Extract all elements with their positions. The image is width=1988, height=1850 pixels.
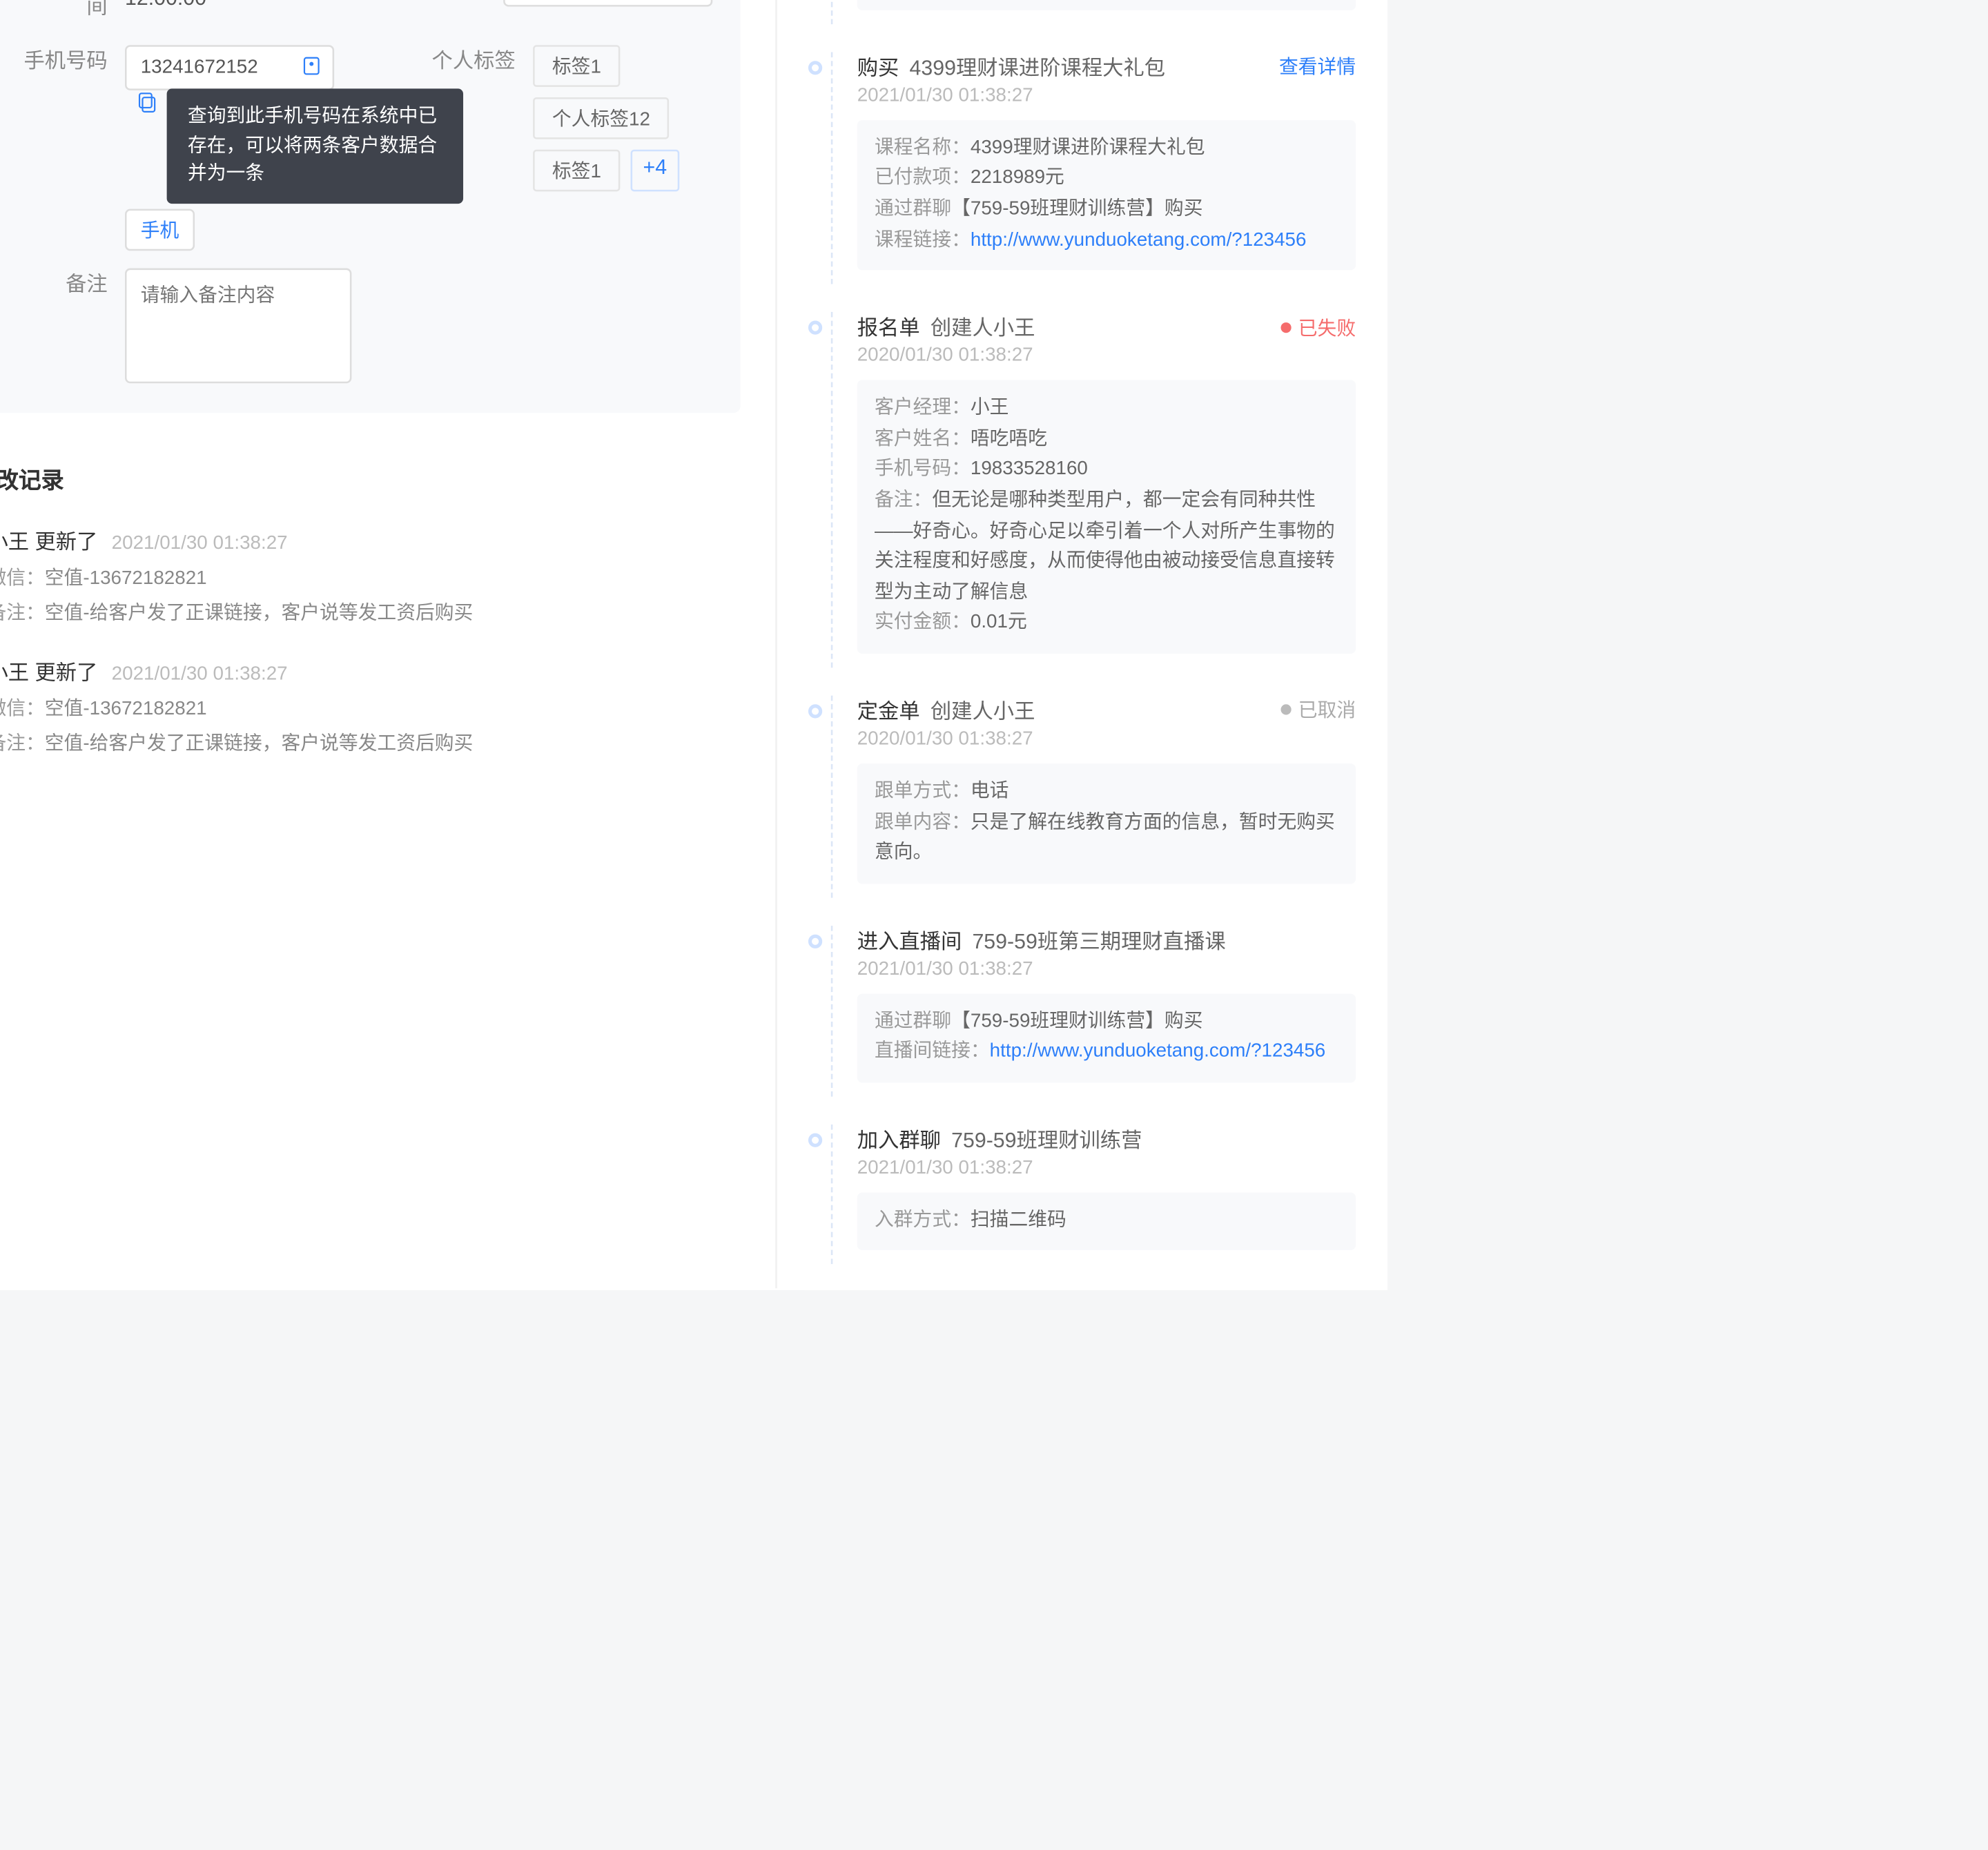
- section-modification-log: 修改记录: [0, 462, 64, 495]
- mod-log-item: 小王 更新了2021/01/30 01:38:27微信：空值-136721828…: [0, 647, 741, 777]
- contacts-icon[interactable]: [300, 54, 324, 78]
- view-detail-link[interactable]: 查看详情: [1279, 52, 1356, 80]
- mod-log-item: 小王 更新了2021/01/30 01:38:27微信：空值-136721828…: [0, 516, 741, 646]
- timeline-item: 进入直播间759-59班第三期理财直播课2021/01/30 01:38:27通…: [808, 925, 1356, 1096]
- timeline-item: 定金单创建人小王已完成2020/01/30 01:38:27跟单方式：电话跟单内…: [808, 0, 1356, 23]
- wechat-input[interactable]: [503, 0, 712, 7]
- phone-tooltip: 查询到此手机号码在系统中已存在，可以将两条客户数据合并为一条: [167, 88, 463, 202]
- timeline-item: 报名单创建人小王已失败2020/01/30 01:38:27客户经理：小王客户姓…: [808, 312, 1356, 668]
- remark-textarea[interactable]: [125, 269, 351, 384]
- customer-detail-panel: 微信名称6789990000966 昵称： 小王 | 客户经理： 张三▴ 师馨薇…: [0, 0, 1387, 1290]
- ptags-more[interactable]: +4: [631, 150, 679, 192]
- timeline-item: 购买4399理财课进阶课程大礼包查看详情2021/01/30 01:38:27课…: [808, 52, 1356, 284]
- personal-tag: 标签1: [533, 45, 621, 87]
- phone-action-link[interactable]: 手机: [125, 209, 195, 251]
- copy-icon[interactable]: [135, 90, 159, 115]
- timeline-item: 加入群聊759-59班理财训练营2021/01/30 01:38:27入群方式：…: [808, 1124, 1356, 1265]
- timeline-item: 定金单创建人小王已取消2020/01/30 01:38:27跟单方式：电话跟单内…: [808, 695, 1356, 897]
- personal-tag: 标签1: [533, 150, 621, 192]
- personal-tag: 个人标签12: [533, 97, 670, 139]
